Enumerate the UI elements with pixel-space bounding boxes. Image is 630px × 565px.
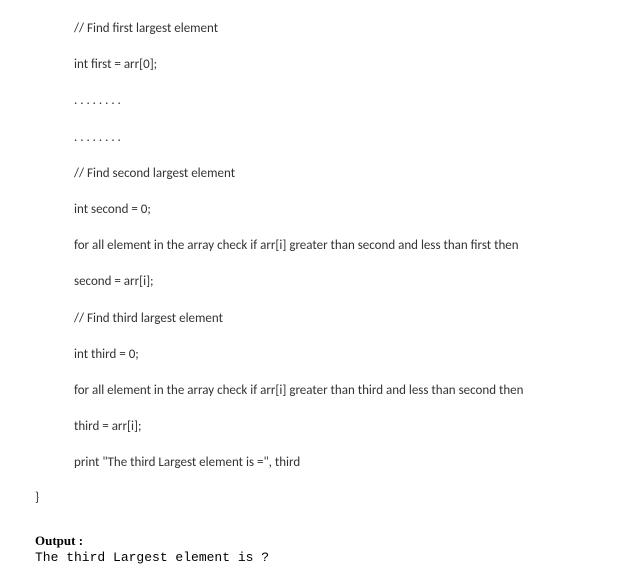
code-init-third: int third = 0; <box>74 346 630 364</box>
code-comment-second: // Find second largest element <box>74 165 630 183</box>
code-assign-second: second = arr[i]; <box>74 273 630 291</box>
pseudocode-block: // Find first largest element int first … <box>74 20 630 505</box>
code-comment-first: // Find first largest element <box>74 20 630 38</box>
code-loop-second: for all element in the array check if ar… <box>74 237 630 255</box>
code-loop-third: for all element in the array check if ar… <box>74 382 630 400</box>
code-init-first: int first = arr[0]; <box>74 56 630 74</box>
code-ellipsis-2: . . . . . . . . <box>74 129 630 147</box>
code-closing-brace: } <box>35 490 630 505</box>
output-text: The third Largest element is ? <box>35 550 630 565</box>
code-comment-third: // Find third largest element <box>74 310 630 328</box>
code-ellipsis-1: . . . . . . . . <box>74 92 630 110</box>
output-label: Output : <box>35 533 630 549</box>
code-init-second: int second = 0; <box>74 201 630 219</box>
code-assign-third: third = arr[i]; <box>74 418 630 436</box>
code-print: print "The third Largest element is =", … <box>74 454 630 472</box>
